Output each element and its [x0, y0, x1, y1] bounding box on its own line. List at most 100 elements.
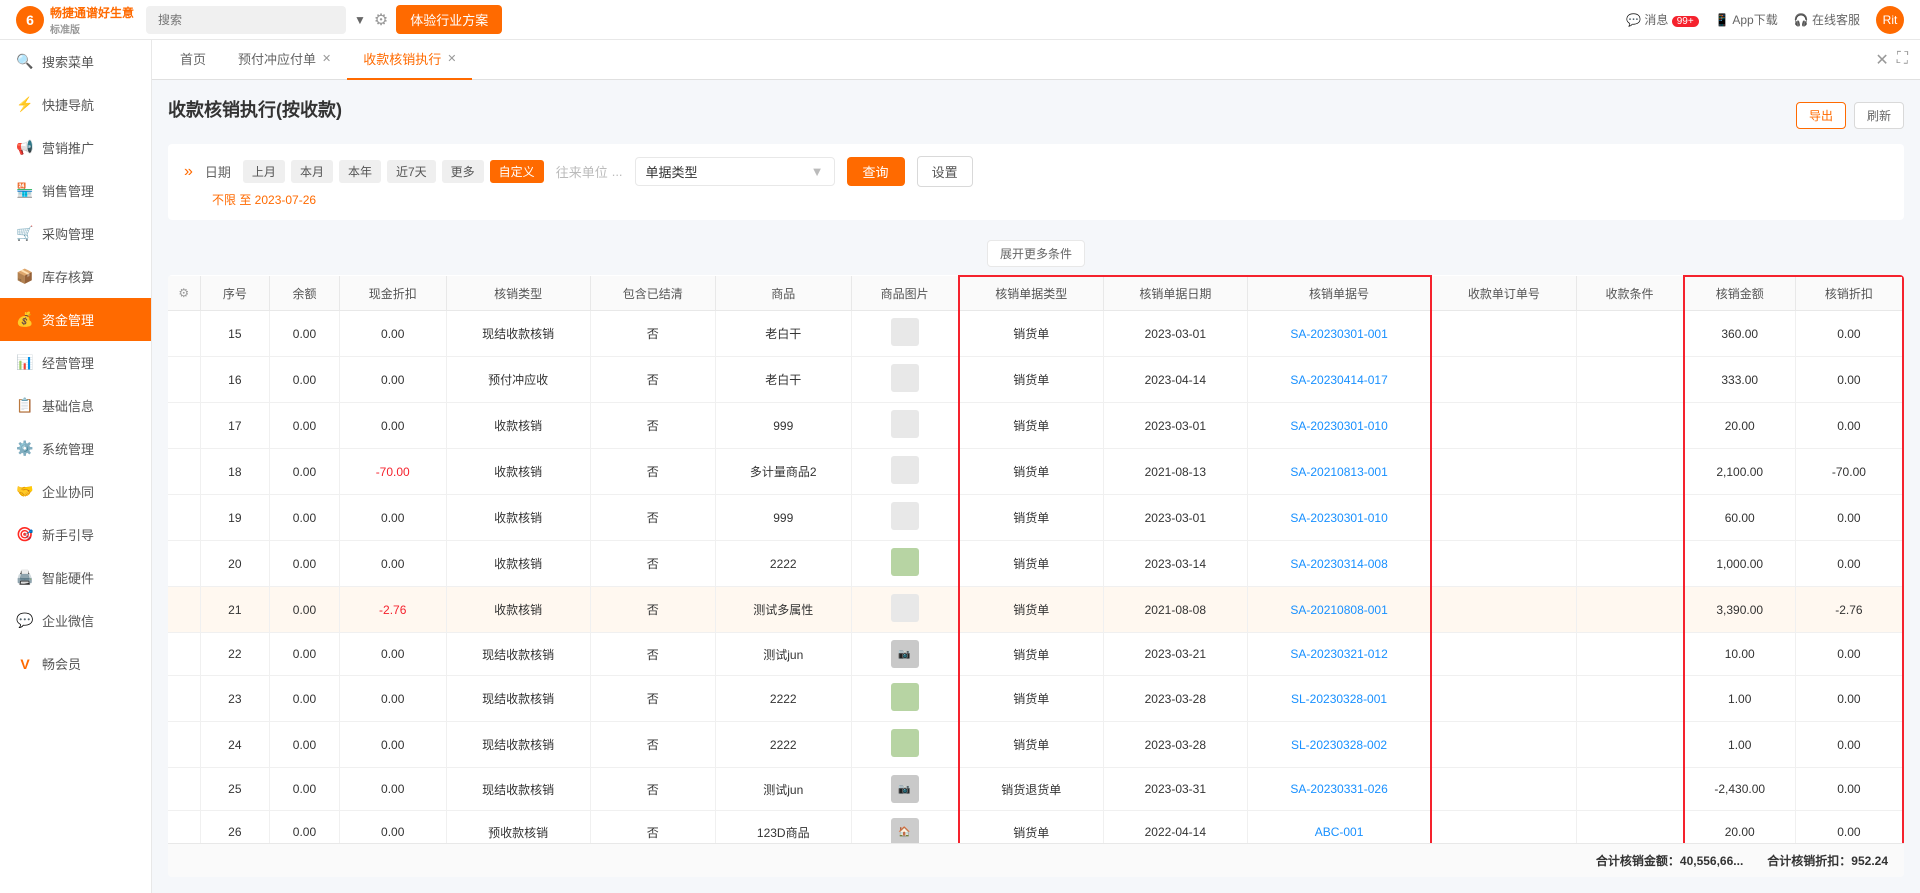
cell-goods: 测试多属性	[715, 587, 851, 633]
sidebar-item-member[interactable]: V 畅会员	[0, 642, 151, 685]
cell-balance: 0.00	[270, 449, 340, 495]
date-btn-thisyear[interactable]: 本年	[339, 160, 381, 183]
th-amount: 核销金额	[1684, 276, 1796, 311]
online-service[interactable]: 🎧 在线客服	[1794, 11, 1860, 28]
table-row: 17 0.00 0.00 收款核销 否 999 销货单 2023-03-01 S…	[168, 403, 1903, 449]
th-balance: 余额	[270, 276, 340, 311]
sidebar-item-basic[interactable]: 📋 基础信息	[0, 384, 151, 427]
query-button[interactable]: 查询	[847, 157, 905, 186]
trial-button[interactable]: 体验行业方案	[396, 5, 502, 34]
doc-no-link[interactable]: SA-20230414-017	[1290, 373, 1387, 387]
cell-type: 现结收款核销	[446, 676, 590, 722]
cell-goods-img	[851, 403, 959, 449]
cell-goods: 999	[715, 495, 851, 541]
cell-cash-discount: 0.00	[339, 768, 446, 811]
sidebar-item-guide[interactable]: 🎯 新手引导	[0, 513, 151, 556]
cell-balance: 0.00	[270, 357, 340, 403]
sidebar-label-wechat: 企业微信	[42, 611, 94, 630]
cell-payment-term	[1576, 495, 1684, 541]
date-filter-btns: 上月 本月 本年 近7天 更多 自定义	[243, 160, 544, 183]
sidebar-item-hardware[interactable]: 🖨️ 智能硬件	[0, 556, 151, 599]
setting-button[interactable]: 设置	[917, 156, 973, 187]
sidebar-item-system[interactable]: ⚙️ 系统管理	[0, 427, 151, 470]
cell-amount: 333.00	[1684, 357, 1796, 403]
sidebar-item-collab[interactable]: 🤝 企业协同	[0, 470, 151, 513]
cell-type: 预付冲应收	[446, 357, 590, 403]
tab-prepay[interactable]: 预付冲应付单 ✕	[222, 40, 347, 80]
cell-settings	[168, 587, 200, 633]
sidebar-item-search[interactable]: 🔍 搜索菜单	[0, 40, 151, 83]
date-btn-thismonth[interactable]: 本月	[291, 160, 333, 183]
cell-settled: 否	[590, 541, 715, 587]
doc-no-link[interactable]: SL-20230328-002	[1291, 738, 1387, 752]
column-settings-icon[interactable]: ⚙	[178, 286, 189, 300]
cell-cash-discount: 0.00	[339, 541, 446, 587]
export-button[interactable]: 导出	[1796, 102, 1846, 129]
cell-doc-date: 2021-08-08	[1103, 587, 1247, 633]
date-btn-custom[interactable]: 自定义	[490, 160, 544, 183]
cell-settings	[168, 541, 200, 587]
th-doc-type: 核销单据类型	[959, 276, 1104, 311]
doc-no-link[interactable]: SA-20230301-010	[1290, 511, 1387, 525]
doc-no-link[interactable]: SA-20210808-001	[1290, 603, 1387, 617]
doc-no-link[interactable]: SA-20230301-010	[1290, 419, 1387, 433]
settings-icon[interactable]: ⚙	[374, 10, 388, 30]
msg-section[interactable]: 💬 消息 99+	[1626, 11, 1699, 28]
expand-arrow[interactable]: »	[184, 163, 193, 181]
doc-no-link[interactable]: SA-20230331-026	[1290, 782, 1387, 796]
guide-icon: 🎯	[16, 526, 34, 544]
tab-expand[interactable]: ⛶	[1897, 50, 1908, 70]
date-btn-lastmonth[interactable]: 上月	[243, 160, 285, 183]
footer-discount: 合计核销折扣：952.24	[1767, 852, 1888, 869]
app-download[interactable]: 📱 App下载	[1715, 11, 1778, 28]
user-avatar[interactable]: Rit	[1876, 6, 1904, 34]
doc-no-link[interactable]: SL-20230328-001	[1291, 692, 1387, 706]
cell-cash-discount: 0.00	[339, 495, 446, 541]
doc-no-link[interactable]: SA-20230301-001	[1290, 327, 1387, 341]
cell-doc-no: SL-20230328-002	[1247, 722, 1431, 768]
cell-cash-discount: 0.00	[339, 633, 446, 676]
doc-no-link[interactable]: ABC-001	[1315, 825, 1364, 839]
cell-num: 26	[200, 811, 270, 844]
table-wrapper[interactable]: ⚙ 序号 余额 现金折扣 核销类型 包含已结清 商品 商品图片 核销单据类型 核…	[168, 275, 1904, 843]
th-cash-discount: 现金折扣	[339, 276, 446, 311]
table-row: 23 0.00 0.00 现结收款核销 否 2222 销货单 2023-03-2…	[168, 676, 1903, 722]
date-btn-7days[interactable]: 近7天	[387, 160, 436, 183]
cell-discount: 0.00	[1795, 676, 1903, 722]
tab-writeoff[interactable]: 收款核销执行 ✕	[347, 40, 472, 80]
tab-home[interactable]: 首页	[164, 40, 222, 80]
dropdown-icon[interactable]: ▼	[354, 13, 366, 27]
cell-cash-discount: 0.00	[339, 403, 446, 449]
voucher-filter[interactable]: 单据类型 ▼	[635, 157, 835, 186]
cell-balance: 0.00	[270, 541, 340, 587]
logo-icon: 6	[16, 6, 44, 34]
sidebar-item-wechat[interactable]: 💬 企业微信	[0, 599, 151, 642]
cell-cash-discount: -2.76	[339, 587, 446, 633]
date-btn-more[interactable]: 更多	[442, 160, 484, 183]
th-payment-term: 收款条件	[1576, 276, 1684, 311]
doc-no-link[interactable]: SA-20230314-008	[1290, 557, 1387, 571]
table-container: ⚙ 序号 余额 现金折扣 核销类型 包含已结清 商品 商品图片 核销单据类型 核…	[168, 275, 1904, 877]
sidebar-item-inventory[interactable]: 📦 库存核算	[0, 255, 151, 298]
table-body: 15 0.00 0.00 现结收款核销 否 老白干 销货单 2023-03-01…	[168, 311, 1903, 844]
doc-no-link[interactable]: SA-20210813-001	[1290, 465, 1387, 479]
doc-no-link[interactable]: SA-20230321-012	[1290, 647, 1387, 661]
cell-doc-type: 销货单	[959, 587, 1104, 633]
th-goods: 商品	[715, 276, 851, 311]
th-settings: ⚙	[168, 276, 200, 311]
sidebar-item-management[interactable]: 📊 经营管理	[0, 341, 151, 384]
search-input[interactable]	[146, 6, 346, 34]
th-settled: 包含已结清	[590, 276, 715, 311]
sidebar-item-purchase[interactable]: 🛒 采购管理	[0, 212, 151, 255]
sidebar-item-finance[interactable]: 💰 资金管理	[0, 298, 151, 341]
expand-conditions-btn[interactable]: 展开更多条件	[987, 240, 1085, 267]
sidebar-item-marketing[interactable]: 📢 营销推广	[0, 126, 151, 169]
tab-writeoff-close[interactable]: ✕	[447, 52, 456, 65]
sidebar-item-sales[interactable]: 🏪 销售管理	[0, 169, 151, 212]
tab-prepay-close[interactable]: ✕	[322, 52, 331, 65]
refresh-button[interactable]: 刷新	[1854, 102, 1904, 129]
sidebar-item-quicknav[interactable]: ⚡ 快捷导航	[0, 83, 151, 126]
cell-type: 现结收款核销	[446, 722, 590, 768]
tab-close-all[interactable]: ✕	[1875, 50, 1888, 70]
cell-balance: 0.00	[270, 495, 340, 541]
